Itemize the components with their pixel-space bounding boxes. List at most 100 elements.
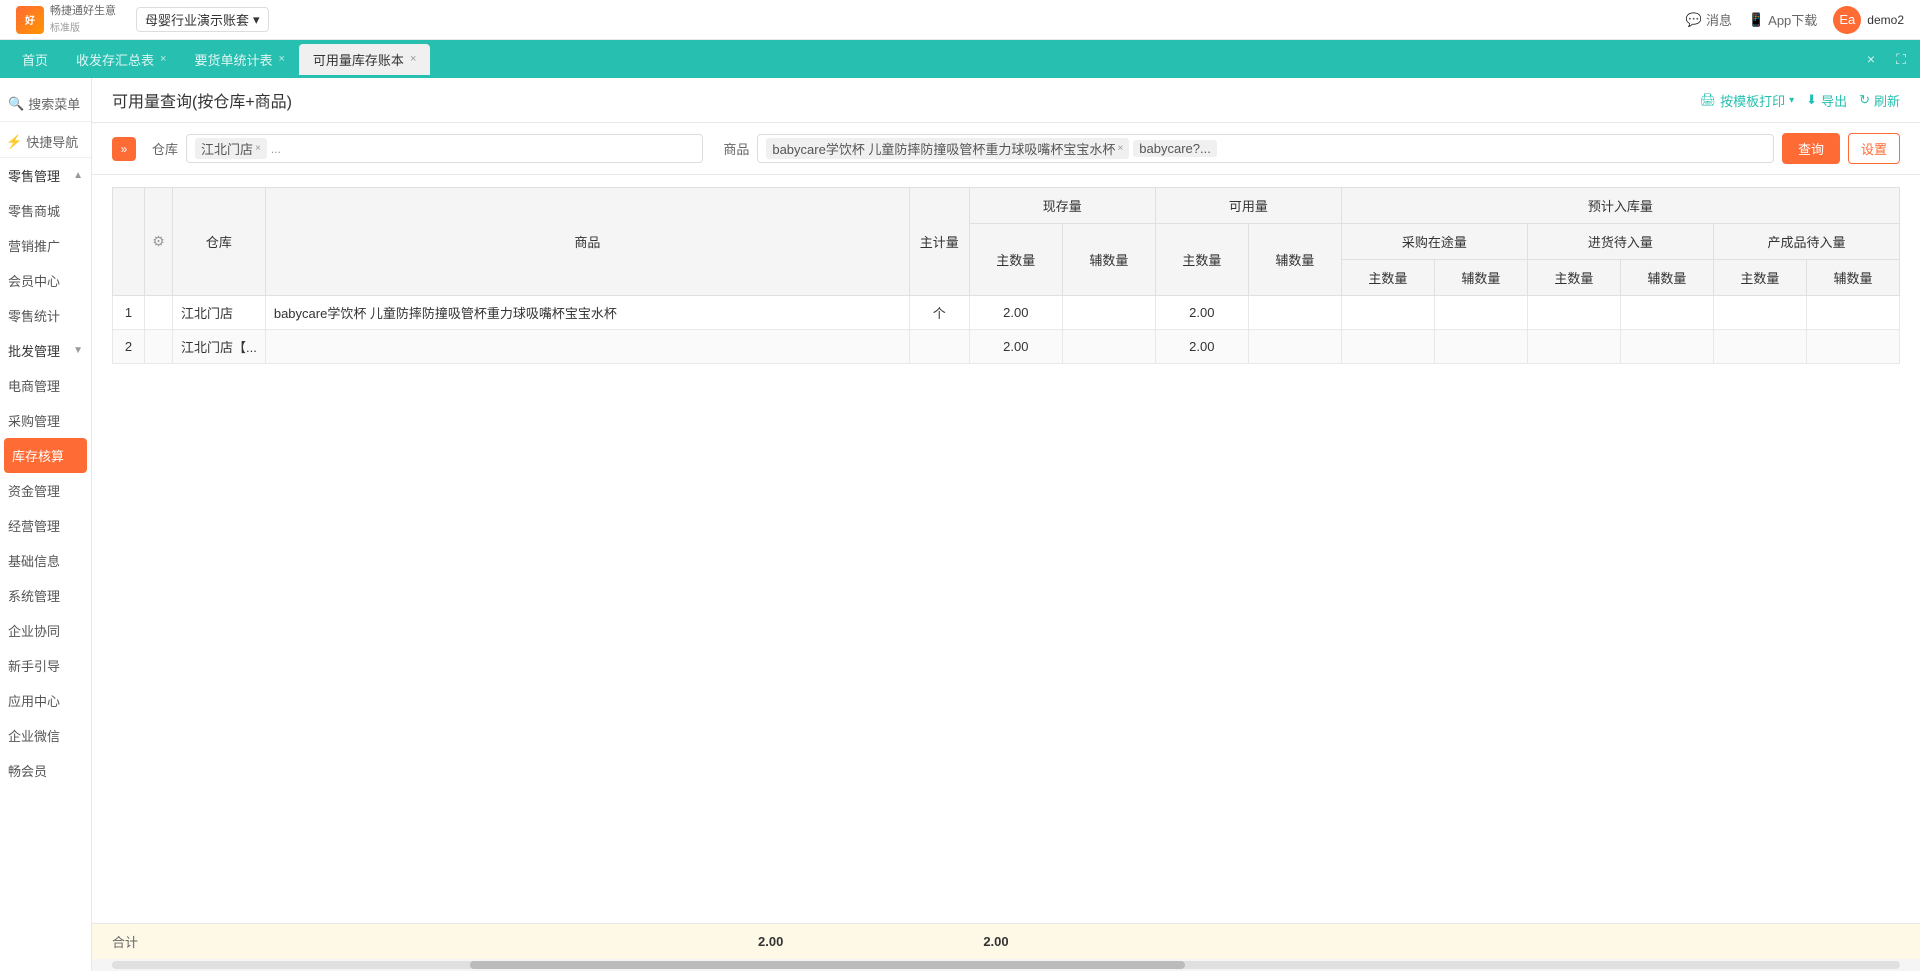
tab-requisition-stats-close[interactable]: × [278,53,284,65]
sidebar-item-retail-stats[interactable]: 零售统计 [0,298,91,333]
cell-production-aux [1806,330,1899,364]
warehouse-filter[interactable]: 江北门店 × ... [186,134,703,163]
summary-current-main: 2.00 [758,934,783,949]
sidebar-item-finance[interactable]: 资金管理 [0,473,91,508]
sidebar-item-operations[interactable]: 经营管理 [0,508,91,543]
sidebar-item-member[interactable]: 畅会员 [0,753,91,788]
col-incoming-pending-group: 进货待入量 [1527,224,1713,260]
product-label: 商品 [723,139,749,158]
sidebar-item-wholesale[interactable]: 批发管理 ▼ [0,333,91,368]
tab-home[interactable]: 首页 [8,44,62,75]
sidebar-item-system[interactable]: 系统管理 [0,578,91,613]
window-expand-button[interactable]: ⛶ [1890,48,1912,70]
app-download-button[interactable]: 📱 App下载 [1748,10,1817,29]
print-icon: 🖨 [1700,92,1717,108]
tab-receive-summary-close[interactable]: × [160,53,166,65]
sidebar-item-retail[interactable]: 零售管理 ▲ [0,158,91,193]
cell-product: babycare学饮杯 儿童防摔防撞吸管杯重力球吸嘴杯宝宝水杯 [265,296,909,330]
col-available-aux: 辅数量 [1248,224,1341,296]
tab-available-stock[interactable]: 可用量库存账本 × [299,44,430,75]
col-settings[interactable]: ⚙ [145,188,173,296]
col-current-main: 主数量 [969,224,1062,296]
product-tag-1-remove[interactable]: × [1117,143,1123,154]
product-tag-1-text: babycare学饮杯 儿童防摔防撞吸管杯重力球吸嘴杯宝宝水杯 [772,139,1115,158]
col-available-main: 主数量 [1155,224,1248,296]
cell-incoming-main [1527,330,1620,364]
cell-available-main: 2.00 [1155,296,1248,330]
filter-expand-button[interactable]: » [112,137,136,161]
sidebar: 🔍 搜索菜单 ⚡ 快捷导航 零售管理 ▲ 零售商城 营销推广 会员中心 零售统计… [0,78,92,971]
refresh-button[interactable]: ↻ 刷新 [1859,91,1900,110]
product-tag-1: babycare学饮杯 儿童防摔防撞吸管杯重力球吸嘴杯宝宝水杯 × [766,138,1129,159]
scroll-thumb[interactable] [470,961,1185,969]
search-menu-label: 搜索菜单 [28,94,80,113]
product-tag-2-text: babycare?... [1139,141,1211,156]
scrollbar-area [92,959,1920,971]
cell-current-aux [1062,296,1155,330]
nav-window-buttons: × ⛶ [1860,48,1912,70]
settings-button[interactable]: 设置 [1848,133,1900,164]
col-no [113,188,145,296]
cell-current-main: 2.00 [969,296,1062,330]
cell-purchase-aux [1434,296,1527,330]
search-icon: 🔍 [8,96,24,112]
app-icon: 📱 [1748,12,1764,28]
page-title: 可用量查询(按仓库+商品) [112,88,292,112]
tab-available-stock-close[interactable]: × [410,53,416,65]
top-bar: 好 畅捷通好生意 标准版 母婴行业演示账套 ▾ 💬 消息 📱 App下载 Ea … [0,0,1920,40]
cell-available-aux [1248,296,1341,330]
export-button[interactable]: ⬇ 导出 [1806,91,1847,110]
sidebar-item-online-store[interactable]: 零售商城 [0,193,91,228]
col-production-aux: 辅数量 [1806,260,1899,296]
col-incoming-aux: 辅数量 [1620,260,1713,296]
sidebar-item-members[interactable]: 会员中心 [0,263,91,298]
tab-requisition-stats[interactable]: 要货单统计表 × [180,44,298,75]
cell-unit: 个 [909,296,969,330]
logo-texts: 畅捷通好生意 标准版 [50,5,116,33]
cell-available-main: 2.00 [1155,330,1248,364]
cell-unit [909,330,969,364]
window-close-button[interactable]: × [1860,48,1882,70]
cell-incoming-aux [1620,330,1713,364]
retail-label: 零售管理 [8,166,60,185]
col-incoming-main: 主数量 [1527,260,1620,296]
tenant-name: 母婴行业演示账套 [145,10,249,29]
warehouse-tag-remove[interactable]: × [255,143,261,154]
chevron-up-icon: ▲ [73,170,83,181]
cell-production-aux [1806,296,1899,330]
col-purchase-on-way-group: 采购在途量 [1341,224,1527,260]
table-row: 1 江北门店 babycare学饮杯 儿童防摔防撞吸管杯重力球吸嘴杯宝宝水杯 个… [113,296,1900,330]
sidebar-item-basic-info[interactable]: 基础信息 [0,543,91,578]
user-menu[interactable]: Ea demo2 [1833,6,1904,34]
export-label: 导出 [1821,91,1847,110]
quick-nav-button[interactable]: ⚡ 快捷导航 [0,126,91,158]
tab-receive-summary[interactable]: 收发存汇总表 × [62,44,180,75]
query-button[interactable]: 查询 [1782,133,1840,164]
logo-sub: 标准版 [50,19,116,34]
col-expected-in-group: 预计入库量 [1341,188,1899,224]
sidebar-item-purchase[interactable]: 采购管理 [0,403,91,438]
sidebar-item-marketing[interactable]: 营销推广 [0,228,91,263]
message-icon: 💬 [1686,12,1702,28]
chevron-down-icon: ▼ [73,345,83,356]
sidebar-item-wechat[interactable]: 企业微信 [0,718,91,753]
cell-production-main [1713,330,1806,364]
tenant-selector[interactable]: 母婴行业演示账套 ▾ [136,7,269,32]
content-area: 可用量查询(按仓库+商品) 🖨 按模板打印 ▾ ⬇ 导出 ↻ 刷新 » [92,78,1920,971]
page-actions: 🖨 按模板打印 ▾ ⬇ 导出 ↻ 刷新 [1700,91,1900,110]
sidebar-item-enterprise[interactable]: 企业协同 [0,613,91,648]
refresh-label: 刷新 [1874,91,1900,110]
product-filter[interactable]: babycare学饮杯 儿童防摔防撞吸管杯重力球吸嘴杯宝宝水杯 × babyca… [757,134,1774,163]
sidebar-item-new-guide[interactable]: 新手引导 [0,648,91,683]
warehouse-label: 仓库 [152,139,178,158]
logo-icon: 好 [16,6,44,34]
message-button[interactable]: 💬 消息 [1686,10,1732,29]
sidebar-item-app-center[interactable]: 应用中心 [0,683,91,718]
footer-summary: 合计 2.00 2.00 [92,923,1920,959]
print-template-button[interactable]: 🖨 按模板打印 ▾ [1700,91,1795,110]
cell-incoming-main [1527,296,1620,330]
top-bar-right: 💬 消息 📱 App下载 Ea demo2 [1686,6,1904,34]
search-menu-button[interactable]: 🔍 搜索菜单 [0,86,91,122]
sidebar-item-inventory[interactable]: 库存核算 [4,438,87,473]
sidebar-item-ecommerce[interactable]: 电商管理 [0,368,91,403]
